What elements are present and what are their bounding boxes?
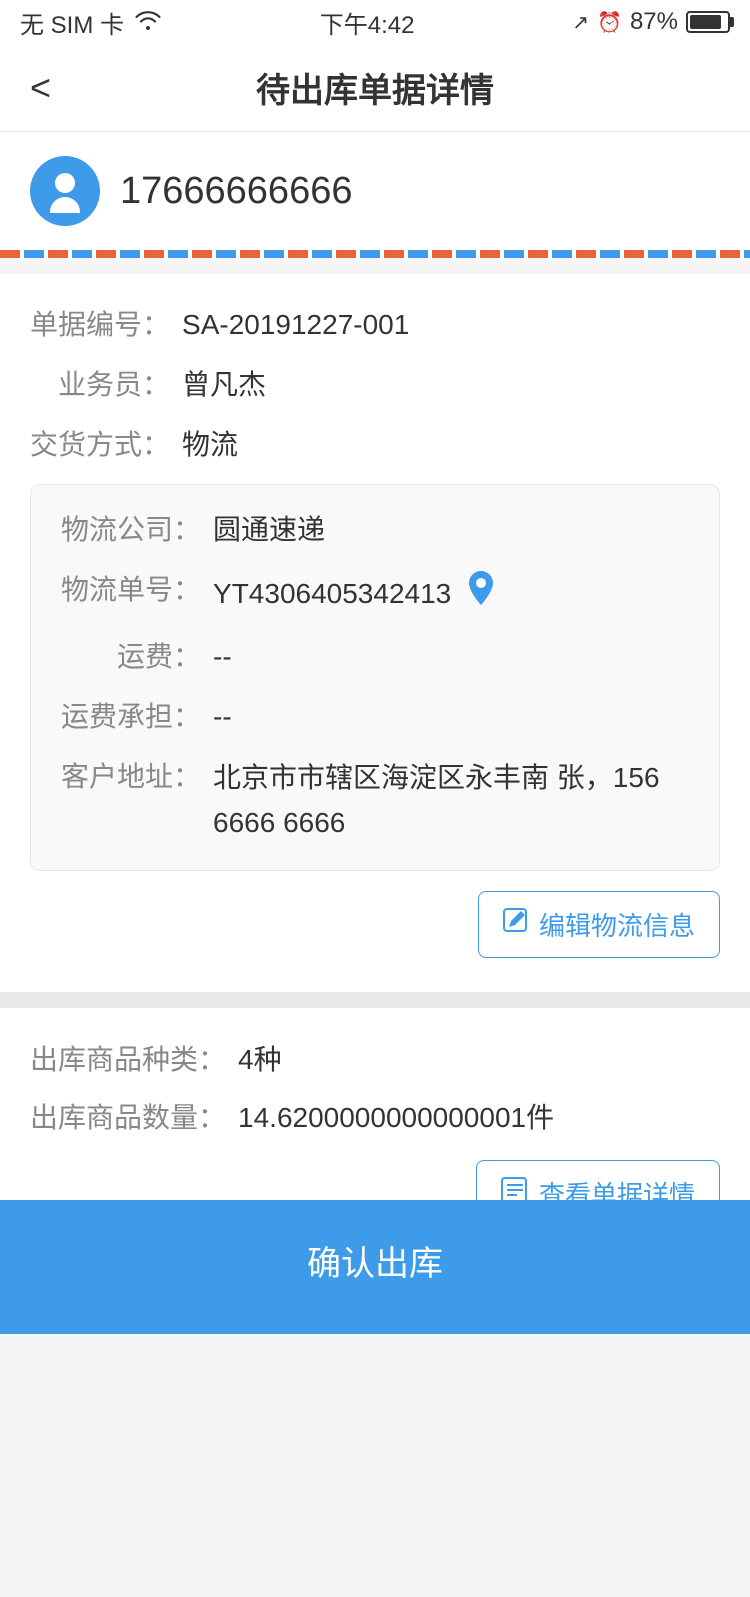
location-pin-icon[interactable]: [465, 569, 497, 618]
document-no-value: SA-20191227-001: [182, 304, 720, 346]
freight-row: 运费： --: [61, 636, 689, 678]
delivery-row: 交货方式： 物流: [30, 424, 720, 466]
address-row: 客户地址： 北京市市辖区海淀区永丰南 张，156 6666 6666: [61, 756, 689, 846]
tracking-label: 物流单号：: [61, 569, 201, 611]
freight-bearer-label: 运费承担：: [61, 696, 201, 738]
goods-quantity-label: 出库商品数量：: [30, 1096, 226, 1136]
alarm-icon: ⏰: [597, 10, 622, 35]
battery-percent: 87%: [630, 8, 678, 36]
edit-logistics-label: 编辑物流信息: [539, 906, 695, 943]
goods-quantity-row: 出库商品数量： 14.620000000000​0001件: [30, 1096, 720, 1136]
tracking-row: 物流单号： YT43064053424​13: [61, 569, 689, 618]
freight-bearer-value: --: [213, 696, 689, 738]
logistics-card: 物流公司： 圆通速递 物流单号： YT43064053424​13 运费：: [30, 484, 720, 871]
edit-btn-row: 编辑物流信息: [30, 891, 720, 962]
user-phone: 17666666666: [120, 170, 352, 213]
user-header: 17666666666: [0, 132, 750, 250]
delivery-value: 物流: [182, 424, 720, 466]
salesman-row: 业务员： 曾凡杰: [30, 364, 720, 406]
address-label: 客户地址：: [61, 756, 201, 798]
location-icon: ↗: [572, 10, 589, 35]
confirm-outbound-button[interactable]: 确认出库: [30, 1216, 720, 1304]
carrier-text: 无 SIM 卡: [20, 5, 124, 40]
salesman-label: 业务员：: [30, 364, 170, 406]
salesman-value: 曾凡杰: [182, 364, 720, 406]
delivery-label: 交货方式：: [30, 424, 170, 466]
document-no-label: 单据编号：: [30, 304, 170, 346]
time-text: 下午4:42: [320, 5, 415, 40]
bottom-btn-area: 确认出库: [0, 1200, 750, 1334]
logistics-company-row: 物流公司： 圆通速递: [61, 509, 689, 551]
main-content: 17666666666 单据编号： SA-20191227-001 业务员： 曾…: [0, 132, 750, 1597]
freight-bearer-row: 运费承担： --: [61, 696, 689, 738]
freight-label: 运费：: [61, 636, 201, 678]
edit-logistics-button[interactable]: 编辑物流信息: [478, 891, 720, 958]
freight-value: --: [213, 636, 689, 678]
avatar: [30, 156, 100, 226]
battery-icon: [686, 11, 730, 33]
back-button[interactable]: <: [30, 67, 51, 109]
tracking-value: YT43064053424​13: [213, 569, 689, 618]
wifi-icon: [134, 8, 162, 36]
page-title: 待出库单据详情: [256, 63, 494, 112]
status-bar: 无 SIM 卡 下午4:42 ↗ ⏰ 87%: [0, 0, 750, 44]
basic-info-section: 单据编号： SA-20191227-001 业务员： 曾凡杰 交货方式： 物流 …: [0, 274, 750, 992]
edit-icon: [503, 908, 529, 941]
confirm-btn-label: 确认出库: [307, 1236, 443, 1285]
section-separator: [0, 992, 750, 1008]
logistics-company-label: 物流公司：: [61, 509, 201, 551]
goods-type-label: 出库商品种类：: [30, 1038, 226, 1078]
goods-type-value: 4种: [238, 1038, 282, 1078]
goods-type-row: 出库商品种类： 4种: [30, 1038, 720, 1078]
document-no-row: 单据编号： SA-20191227-001: [30, 304, 720, 346]
status-right: ↗ ⏰ 87%: [572, 8, 730, 36]
goods-quantity-value: 14.620000000000​0001件: [238, 1096, 554, 1136]
dashed-divider: [0, 250, 750, 258]
address-value: 北京市市辖区海淀区永丰南 张，156 6666 6666: [213, 756, 689, 846]
logistics-company-value: 圆通速递: [213, 509, 689, 551]
nav-bar: < 待出库单据详情: [0, 44, 750, 132]
status-left: 无 SIM 卡: [20, 5, 162, 40]
